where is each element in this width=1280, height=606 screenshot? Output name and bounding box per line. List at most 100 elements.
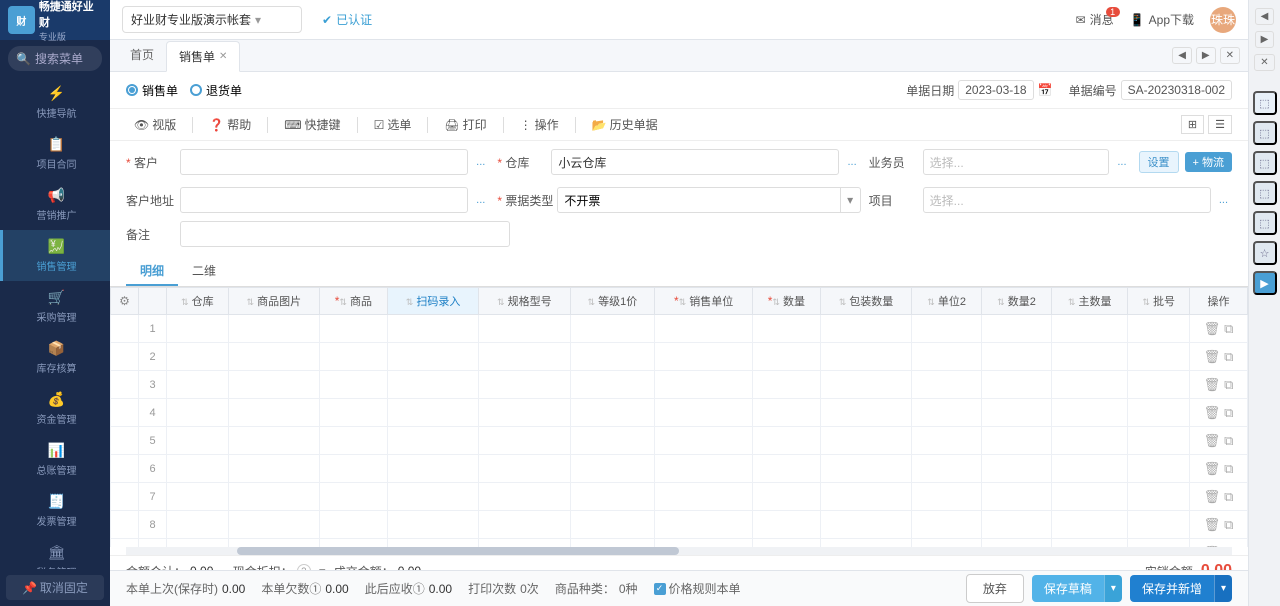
row-pkgqty-5[interactable]: [820, 427, 911, 455]
row-unit-2[interactable]: [655, 343, 753, 371]
row-qty-3[interactable]: [752, 371, 820, 399]
row-image-1[interactable]: [228, 315, 319, 343]
row-price-5[interactable]: [570, 427, 655, 455]
pkgqty-sort-icon[interactable]: ⇅: [839, 297, 847, 307]
row-batch-6[interactable]: [1128, 455, 1190, 483]
warehouse-input[interactable]: 小云仓库: [551, 149, 839, 175]
search-menu-button[interactable]: 🔍 搜索菜单: [8, 46, 102, 71]
row-spec-3[interactable]: [479, 371, 570, 399]
row-qty2-5[interactable]: [982, 427, 1052, 455]
unit-sort-icon[interactable]: ⇅: [679, 297, 687, 307]
row-qty-6[interactable]: [752, 455, 820, 483]
calendar-icon[interactable]: 📅: [1038, 83, 1053, 97]
right-panel-btn-4[interactable]: ⬚: [1253, 181, 1277, 205]
row-spec-4[interactable]: [479, 399, 570, 427]
row-scan-7[interactable]: [387, 483, 478, 511]
row-goods-8[interactable]: [319, 511, 387, 539]
invoice-dropdown-arrow[interactable]: ▾: [841, 187, 861, 213]
toolbar-shortcut-btn[interactable]: ⌨ 快捷键: [276, 113, 348, 136]
row-copy-icon-3[interactable]: ⧉: [1224, 377, 1233, 393]
row-image-3[interactable]: [228, 371, 319, 399]
row-delete-icon-2[interactable]: 🗑: [1204, 349, 1221, 365]
sidebar-item-project[interactable]: 📋 项目合同: [0, 128, 110, 179]
warehouse-sort-icon[interactable]: ⇅: [181, 297, 189, 307]
row-goods-9[interactable]: [319, 539, 387, 548]
row-unit-5[interactable]: [655, 427, 753, 455]
row-mainqty-1[interactable]: [1051, 315, 1127, 343]
row-batch-4[interactable]: [1128, 399, 1190, 427]
row-mainqty-2[interactable]: [1051, 343, 1127, 371]
row-pkgqty-7[interactable]: [820, 483, 911, 511]
row-spec-2[interactable]: [479, 343, 570, 371]
row-goods-1[interactable]: [319, 315, 387, 343]
row-goods-4[interactable]: [319, 399, 387, 427]
row-qty2-1[interactable]: [982, 315, 1052, 343]
row-unit-1[interactable]: [655, 315, 753, 343]
abandon-button[interactable]: 放弃: [966, 574, 1024, 603]
sidebar-item-funds[interactable]: 💰 资金管理: [0, 383, 110, 434]
row-qty-2[interactable]: [752, 343, 820, 371]
row-delete-icon-7[interactable]: 🗑: [1204, 489, 1221, 505]
row-pkgqty-9[interactable]: [820, 539, 911, 548]
row-warehouse-2[interactable]: [167, 343, 229, 371]
row-unit-8[interactable]: [655, 511, 753, 539]
goods-sort-icon[interactable]: ⇅: [339, 297, 347, 307]
row-batch-1[interactable]: [1128, 315, 1190, 343]
row-delete-icon-8[interactable]: 🗑: [1204, 517, 1221, 533]
remark-input[interactable]: [180, 221, 510, 247]
row-warehouse-7[interactable]: [167, 483, 229, 511]
radio-return-order[interactable]: 退货单: [190, 82, 242, 99]
row-mainqty-9[interactable]: [1051, 539, 1127, 548]
row-copy-icon-5[interactable]: ⧉: [1224, 433, 1233, 449]
table-settings-icon[interactable]: ⚙: [119, 294, 130, 308]
salesperson-input[interactable]: 选择...: [923, 149, 1110, 175]
row-price-9[interactable]: [570, 539, 655, 548]
address-input[interactable]: [180, 187, 468, 213]
row-scan-5[interactable]: [387, 427, 478, 455]
docno-value[interactable]: SA-20230318-002: [1121, 80, 1232, 100]
sidebar-item-sales[interactable]: 💹 销售管理: [0, 230, 110, 281]
row-unit2-9[interactable]: [912, 539, 982, 548]
row-spec-6[interactable]: [479, 455, 570, 483]
row-scan-6[interactable]: [387, 455, 478, 483]
row-copy-icon-2[interactable]: ⧉: [1224, 349, 1233, 365]
right-close-button[interactable]: ✕: [1254, 54, 1274, 71]
row-price-8[interactable]: [570, 511, 655, 539]
row-image-7[interactable]: [228, 483, 319, 511]
row-mainqty-6[interactable]: [1051, 455, 1127, 483]
row-unit2-2[interactable]: [912, 343, 982, 371]
row-batch-3[interactable]: [1128, 371, 1190, 399]
row-spec-5[interactable]: [479, 427, 570, 455]
row-qty-4[interactable]: [752, 399, 820, 427]
row-warehouse-1[interactable]: [167, 315, 229, 343]
row-qty2-8[interactable]: [982, 511, 1052, 539]
price-rule-checkbox[interactable]: ✓ 价格规则本单: [654, 580, 741, 597]
row-goods-6[interactable]: [319, 455, 387, 483]
tab-close-icon[interactable]: ✕: [219, 51, 227, 62]
tab-detail[interactable]: 明细: [126, 257, 178, 286]
row-qty-5[interactable]: [752, 427, 820, 455]
row-copy-icon-7[interactable]: ⧉: [1224, 489, 1233, 505]
toolbar-list-view-btn[interactable]: ☰: [1208, 115, 1232, 134]
spec-sort-icon[interactable]: ⇅: [497, 297, 505, 307]
row-spec-7[interactable]: [479, 483, 570, 511]
toolbar-select-btn[interactable]: ☑ 选单: [366, 113, 420, 136]
row-warehouse-9[interactable]: [167, 539, 229, 548]
row-goods-7[interactable]: [319, 483, 387, 511]
row-image-8[interactable]: [228, 511, 319, 539]
horizontal-scrollbar[interactable]: [126, 547, 1232, 555]
batch-sort-icon[interactable]: ⇅: [1142, 297, 1150, 307]
row-warehouse-8[interactable]: [167, 511, 229, 539]
row-scan-1[interactable]: [387, 315, 478, 343]
row-qty-1[interactable]: [752, 315, 820, 343]
row-warehouse-5[interactable]: [167, 427, 229, 455]
row-copy-icon-6[interactable]: ⧉: [1224, 461, 1233, 477]
toolbar-help-btn[interactable]: ❓ 帮助: [201, 113, 259, 136]
row-image-2[interactable]: [228, 343, 319, 371]
save-draft-button[interactable]: 保存草稿: [1032, 575, 1104, 602]
row-qty2-9[interactable]: [982, 539, 1052, 548]
date-value[interactable]: 2023-03-18: [958, 80, 1033, 100]
row-unit-6[interactable]: [655, 455, 753, 483]
row-price-3[interactable]: [570, 371, 655, 399]
tab-home[interactable]: 首页: [118, 40, 166, 71]
